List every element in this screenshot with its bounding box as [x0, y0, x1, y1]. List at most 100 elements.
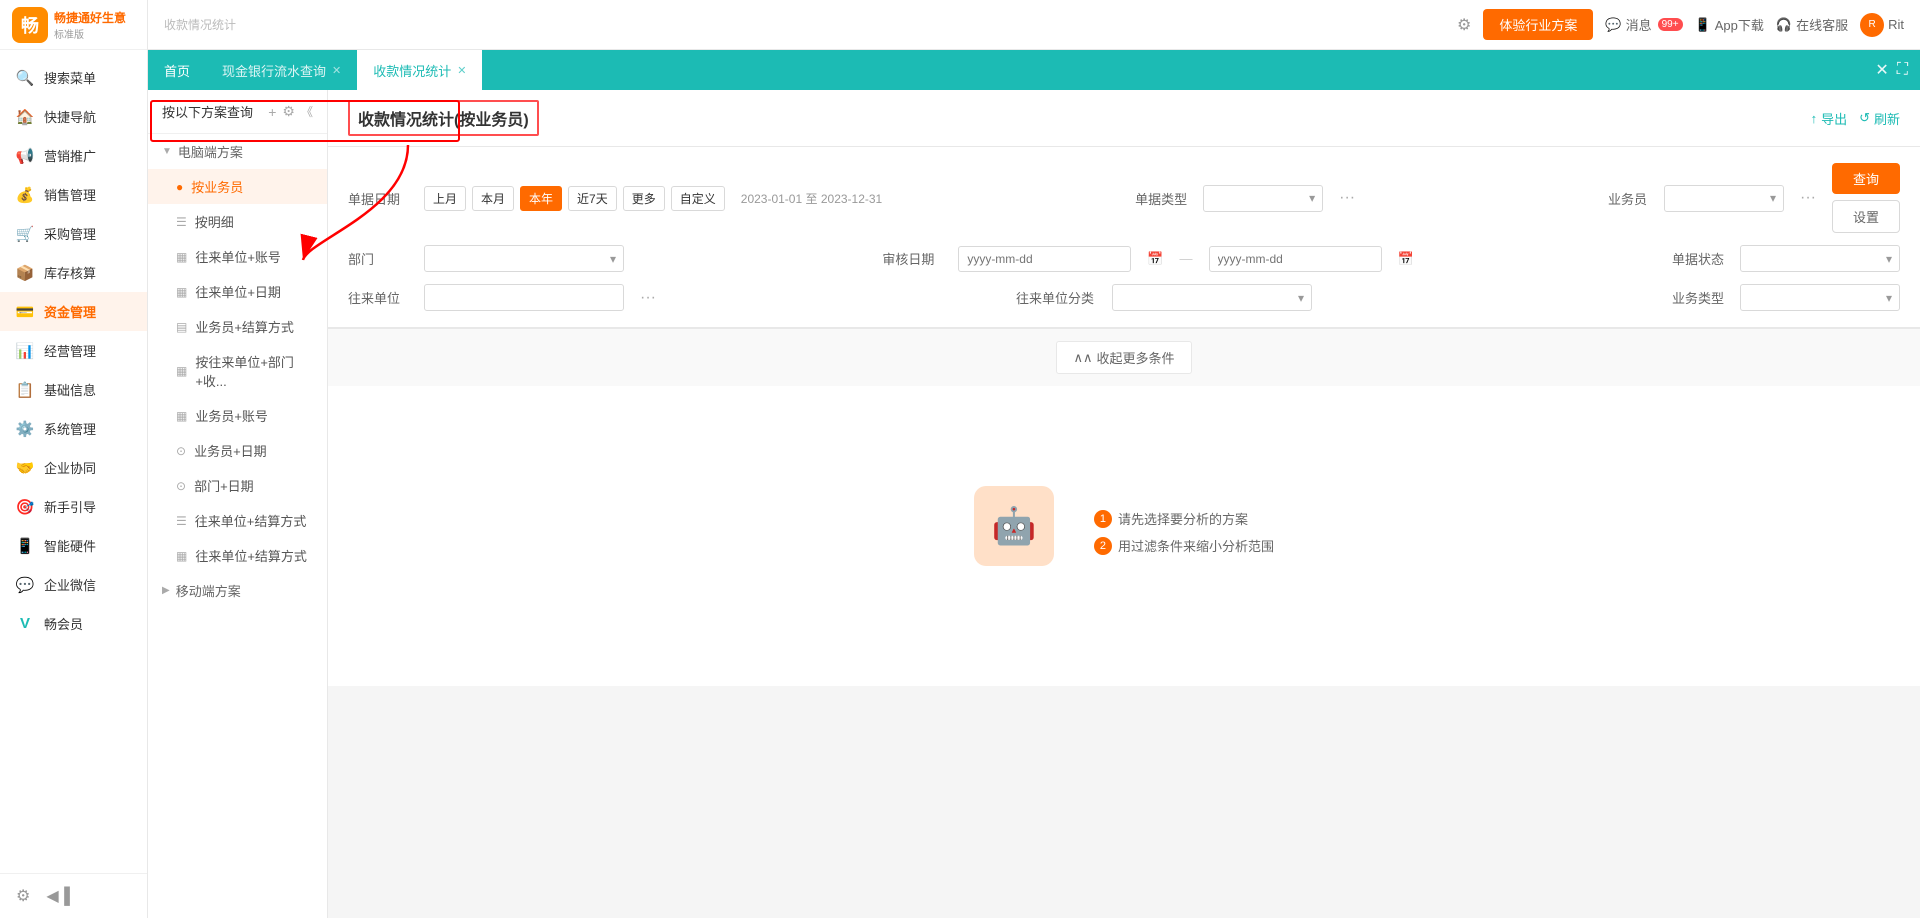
date-button-group: 上月 本月 本年 近7天 更多 自定义 [424, 186, 725, 211]
empty-robot-icon: 🤖 [974, 486, 1054, 566]
scheme-item-salesman-account[interactable]: ▦ 业务员+账号 [148, 398, 327, 433]
collapse-icon: ∧∧ [1073, 350, 1092, 366]
scheme-item-by-salesman[interactable]: ● 按业务员 [148, 169, 327, 204]
cal-to-icon[interactable]: 📅 [1398, 251, 1414, 267]
logo-icon: 畅 [12, 7, 48, 43]
scheme-item-dept-date[interactable]: ⊙ 部门+日期 [148, 468, 327, 503]
salesman-select[interactable] [1664, 185, 1784, 212]
scheme-item-unit-payment2[interactable]: ▦ 往来单位+结算方式 [148, 538, 327, 573]
counterparty-input[interactable] [424, 284, 624, 311]
scheme-item-unit-payment1[interactable]: ☰ 往来单位+结算方式 [148, 503, 327, 538]
header-settings-icon[interactable]: ⚙ [1457, 15, 1471, 35]
sidebar-item-quicknav[interactable]: 🏠 快捷导航 [0, 97, 147, 136]
sidebar-item-purchase[interactable]: 🛒 采购管理 [0, 214, 147, 253]
export-button[interactable]: ↑ 导出 [1811, 109, 1848, 128]
footer-collapse-icon[interactable]: ◀▐ [46, 886, 70, 906]
business-type-select[interactable] [1740, 284, 1900, 311]
cal-from-icon[interactable]: 📅 [1147, 251, 1163, 267]
scheme-collapse-icon[interactable]: 《 [301, 103, 313, 120]
sidebar-item-operations[interactable]: 📊 经营管理 [0, 331, 147, 370]
last7-btn[interactable]: 近7天 [568, 186, 617, 211]
scheme-settings-icon[interactable]: ⚙ [282, 103, 295, 120]
dept-label: 部门 [348, 249, 408, 268]
doc-type-select-wrapper [1203, 185, 1323, 212]
this-month-btn[interactable]: 本月 [472, 186, 514, 211]
counterparty-category-select[interactable] [1112, 284, 1312, 311]
counterparty-more-icon[interactable]: ··· [640, 289, 656, 307]
review-date-to-input[interactable] [1209, 246, 1382, 272]
sidebar-item-basic-info[interactable]: 📋 基础信息 [0, 370, 147, 409]
scheme-item-unit-account[interactable]: ▦ 往来单位+账号 [148, 239, 327, 274]
user-btn[interactable]: R Rit [1860, 13, 1904, 37]
business-type-select-wrapper [1740, 284, 1900, 311]
scheme-section-mobile: ▶ 移动端方案 [148, 573, 327, 608]
collapse-button[interactable]: ∧∧ 收起更多条件 [1056, 341, 1191, 374]
tab-bar: 首页 现金银行流水查询 ✕ 收款情况统计 ✕ ✕ ⛶ [148, 50, 1920, 90]
sidebar-item-system[interactable]: ⚙️ 系统管理 [0, 409, 147, 448]
sidebar-menu: 🔍 搜索菜单 🏠 快捷导航 📢 营销推广 💰 销售管理 🛒 采购管理 📦 库存核… [0, 50, 147, 873]
purchase-icon: 🛒 [16, 225, 34, 243]
sidebar-item-funds[interactable]: 💳 资金管理 [0, 292, 147, 331]
custom-date-btn[interactable]: 自定义 [671, 186, 725, 211]
sidebar-item-sales[interactable]: 💰 销售管理 [0, 175, 147, 214]
last-month-btn[interactable]: 上月 [424, 186, 466, 211]
sidebar-item-wechat[interactable]: 💬 企业微信 [0, 565, 147, 604]
date-label: 单据日期 [348, 189, 408, 208]
tab-close-all-icon[interactable]: ✕ [1875, 60, 1888, 80]
tab-receipt-stats-close[interactable]: ✕ [457, 64, 466, 77]
footer-settings-icon[interactable]: ⚙ [16, 886, 30, 906]
doc-type-select[interactable] [1203, 185, 1323, 212]
dept-select[interactable] [424, 245, 624, 272]
refresh-icon: ↺ [1859, 110, 1870, 126]
online-service-btn[interactable]: 🎧 在线客服 [1776, 15, 1848, 34]
query-button[interactable]: 查询 [1832, 163, 1900, 194]
business-type-label: 业务类型 [1672, 288, 1724, 307]
tab-home[interactable]: 首页 [148, 50, 206, 90]
tab-expand-icon[interactable]: ⛶ [1897, 61, 1908, 79]
salesman-label: 业务员 [1608, 189, 1648, 208]
scheme-item-by-detail[interactable]: ☰ 按明细 [148, 204, 327, 239]
scheme-item-unit-dept-receipt[interactable]: ▦ 按往来单位+部门+收... [148, 344, 327, 398]
funds-icon: 💳 [16, 303, 34, 321]
sidebar-item-guide[interactable]: 🎯 新手引导 [0, 487, 147, 526]
sidebar-item-member[interactable]: V 畅会员 [0, 604, 147, 643]
sidebar-item-search[interactable]: 🔍 搜索菜单 [0, 58, 147, 97]
review-date-from-input[interactable] [958, 246, 1131, 272]
scheme-item-salesman-date[interactable]: ⊙ 业务员+日期 [148, 433, 327, 468]
sidebar-item-smart-hw[interactable]: 📱 智能硬件 [0, 526, 147, 565]
doc-status-select[interactable] [1740, 245, 1900, 272]
basic-info-icon: 📋 [16, 381, 34, 399]
doc-type-more-icon[interactable]: ··· [1339, 189, 1355, 207]
settings-button[interactable]: 设置 [1832, 200, 1900, 233]
trial-button[interactable]: 体验行业方案 [1483, 9, 1593, 40]
top-header: 收款情况统计 ⚙ 体验行业方案 💬 消息 99+ 📱 App下载 🎧 在线客服 … [148, 0, 1920, 50]
tab-bank-flow-close[interactable]: ✕ [332, 64, 341, 77]
salesman-more-icon[interactable]: ··· [1800, 189, 1816, 207]
doc-type-label: 单据类型 [1135, 189, 1187, 208]
app-download-btn[interactable]: 📱 App下载 [1695, 15, 1764, 34]
filter-action-buttons: 查询 设置 [1832, 163, 1900, 233]
tab-bank-flow[interactable]: 现金银行流水查询 ✕ [206, 50, 357, 90]
tab-receipt-stats[interactable]: 收款情况统计 ✕ [357, 50, 482, 90]
scheme-item-salesman-payment[interactable]: ▤ 业务员+结算方式 [148, 309, 327, 344]
sidebar-item-enterprise[interactable]: 🤝 企业协同 [0, 448, 147, 487]
enterprise-icon: 🤝 [16, 459, 34, 477]
step2-number: 2 [1094, 537, 1112, 555]
username-label: Rit [1888, 17, 1904, 32]
operations-icon: 📊 [16, 342, 34, 360]
wechat-icon: 💬 [16, 576, 34, 594]
sidebar-item-marketing[interactable]: 📢 营销推广 [0, 136, 147, 175]
notification-btn[interactable]: 💬 消息 99+ [1605, 15, 1682, 34]
refresh-button[interactable]: ↺ 刷新 [1859, 109, 1900, 128]
breadcrumb: 收款情况统计 [164, 16, 1445, 33]
tab-bar-actions: ✕ ⛶ [1875, 60, 1920, 80]
scheme-section-pc-header[interactable]: ▼ 电脑端方案 [148, 134, 327, 169]
this-year-btn[interactable]: 本年 [520, 186, 562, 211]
scheme-item-unit-date[interactable]: ▦ 往来单位+日期 [148, 274, 327, 309]
scheme-panel: 按以下方案查询 + ⚙ 《 ▼ 电脑端方案 ● 按业务员 ☰ 按明细 ▦ 往来单… [148, 90, 328, 918]
scheme-section-mobile-header[interactable]: ▶ 移动端方案 [148, 573, 327, 608]
more-date-btn[interactable]: 更多 [623, 186, 665, 211]
filter-row-3: 往来单位 ··· 往来单位分类 业务类型 [348, 284, 1900, 311]
sidebar-item-inventory[interactable]: 📦 库存核算 [0, 253, 147, 292]
scheme-add-icon[interactable]: + [268, 104, 276, 120]
